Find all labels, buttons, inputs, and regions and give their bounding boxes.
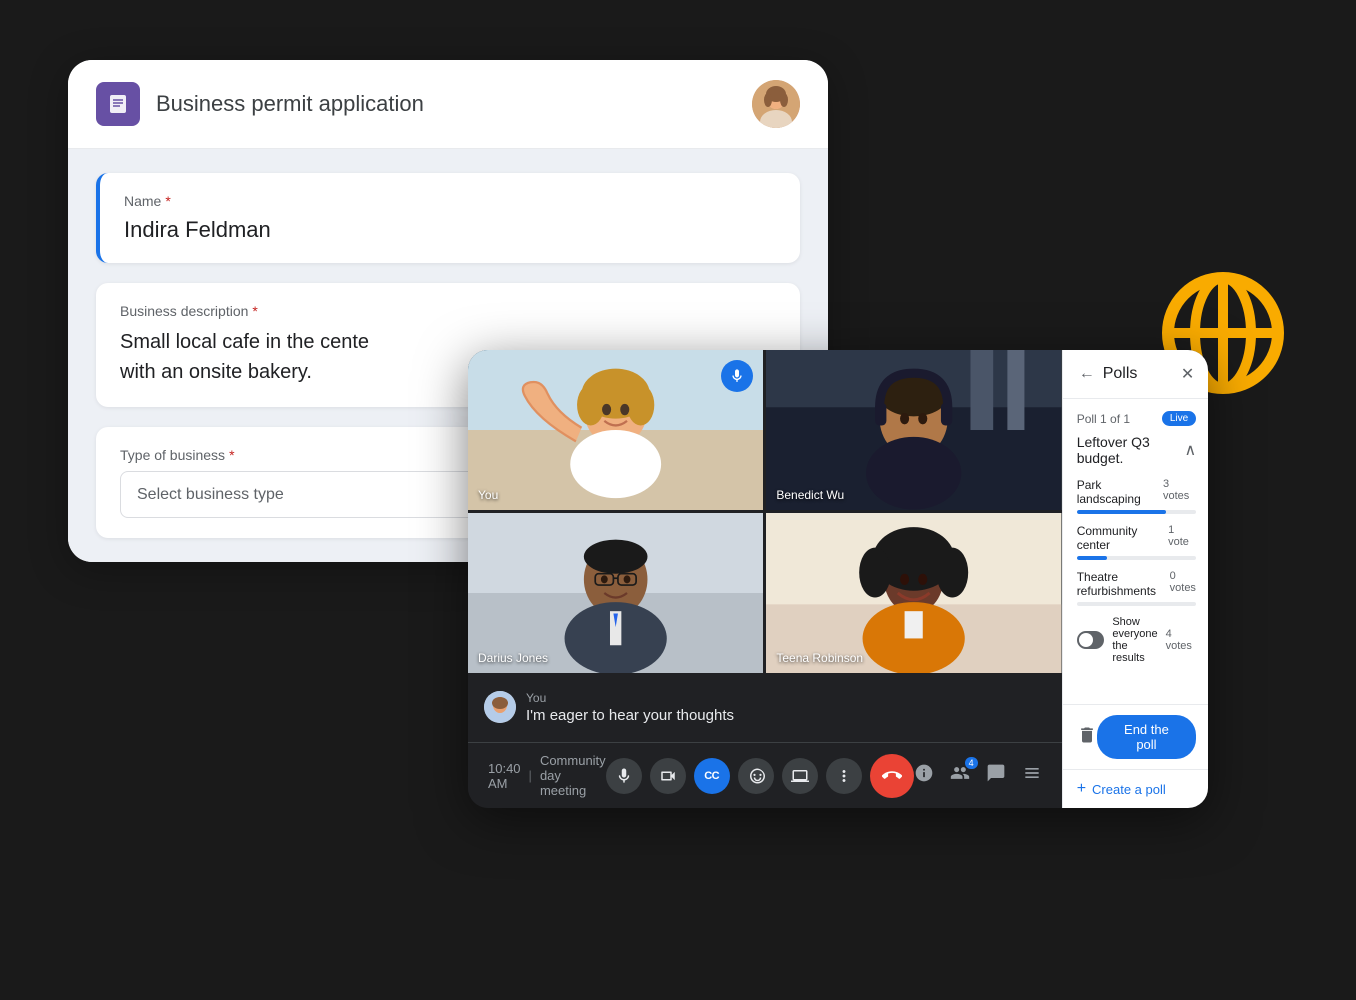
chat-sender: You <box>526 691 1046 705</box>
business-description-label: Business description * <box>120 303 776 319</box>
poll-option-label-3: Theatre refurbishments 0 votes <box>1077 570 1197 598</box>
control-buttons: CC <box>606 754 914 798</box>
poll-question: Leftover Q3 budget. ∧ <box>1077 434 1197 466</box>
show-results-toggle[interactable] <box>1077 631 1105 649</box>
video-tile-teena: Teena Robinson <box>766 513 1061 673</box>
show-results-row: Show everyone the results 4 votes <box>1077 616 1197 664</box>
poll-option-3: Theatre refurbishments 0 votes <box>1077 570 1197 606</box>
required-indicator-3: * <box>229 447 234 463</box>
form-icon <box>96 82 140 126</box>
polls-header: ← Polls ✕ <box>1063 350 1208 399</box>
video-grid: You <box>468 350 1062 673</box>
present-button[interactable] <box>782 758 818 794</box>
side-icons: 4 <box>914 763 1042 788</box>
more-options-button[interactable] <box>826 758 862 794</box>
meeting-time: 10:40 AM <box>488 761 521 791</box>
info-button[interactable] <box>914 763 934 788</box>
video-call-card: You <box>468 350 1208 808</box>
create-poll-row[interactable]: + Create a poll <box>1063 769 1208 808</box>
form-header-left: Business permit application <box>96 82 424 126</box>
divider: | <box>529 768 532 783</box>
form-title: Business permit application <box>156 91 424 117</box>
video-tile-darius: Darius Jones <box>468 513 763 673</box>
toggle-knob <box>1079 633 1093 647</box>
video-tile-benedict: Benedict Wu <box>766 350 1061 510</box>
name-value: Indira Feldman <box>124 217 776 243</box>
polls-title-row: ← Polls <box>1079 365 1138 383</box>
meeting-name: Community day meeting <box>540 753 606 798</box>
poll-bar-track-2 <box>1077 556 1197 560</box>
chat-avatar <box>484 691 516 723</box>
required-indicator-2: * <box>252 303 257 319</box>
required-indicator: * <box>165 193 170 209</box>
polls-content: Poll 1 of 1 Live Leftover Q3 budget. ∧ P… <box>1063 399 1208 704</box>
collapse-icon[interactable]: ∧ <box>1185 440 1197 460</box>
participant-count: 4 <box>965 757 978 769</box>
chat-message: You I'm eager to hear your thoughts <box>484 683 1046 732</box>
poll-bar-track-1 <box>1077 510 1197 514</box>
captions-button[interactable]: CC <box>694 758 730 794</box>
poll-bar-fill-1 <box>1077 510 1167 514</box>
polls-back-button[interactable]: ← <box>1079 365 1095 383</box>
video-bottom-bar: 10:40 AM | Community day meeting <box>468 742 1062 808</box>
plus-icon: + <box>1077 780 1086 798</box>
activities-button[interactable] <box>1022 763 1042 788</box>
polls-actions: End the poll <box>1063 704 1208 769</box>
end-poll-button[interactable]: End the poll <box>1097 715 1197 759</box>
video-main-area: You <box>468 350 1208 808</box>
show-results-label: Show everyone the results <box>1112 616 1157 664</box>
poll-option-label-1: Park landscaping 3 votes <box>1077 478 1197 506</box>
tile-label-darius: Darius Jones <box>478 651 548 665</box>
chat-section: You I'm eager to hear your thoughts <box>468 673 1062 742</box>
poll-option-1: Park landscaping 3 votes <box>1077 478 1197 514</box>
participants-button[interactable]: 4 <box>950 763 970 788</box>
tile-label-you: You <box>478 488 498 502</box>
polls-title: Polls <box>1103 365 1138 383</box>
poll-bar-track-3 <box>1077 602 1197 606</box>
poll-number: Poll 1 of 1 <box>1077 412 1130 426</box>
select-placeholder: Select business type <box>137 486 284 504</box>
name-field[interactable]: Name * Indira Feldman <box>96 173 800 263</box>
emoji-button[interactable] <box>738 758 774 794</box>
end-call-button[interactable] <box>870 754 914 798</box>
poll-meta: Poll 1 of 1 Live <box>1077 411 1197 426</box>
camera-button[interactable] <box>650 758 686 794</box>
user-avatar <box>752 80 800 128</box>
chat-message-text: I'm eager to hear your thoughts <box>526 707 1046 724</box>
poll-option-2: Community center 1 vote <box>1077 524 1197 560</box>
chat-content: You I'm eager to hear your thoughts <box>526 691 1046 724</box>
delete-poll-button[interactable] <box>1077 725 1097 750</box>
poll-bar-fill-2 <box>1077 556 1107 560</box>
name-label: Name * <box>124 193 776 209</box>
meeting-info: 10:40 AM | Community day meeting <box>488 753 606 798</box>
video-grid-area: You <box>468 350 1062 808</box>
form-header: Business permit application <box>68 60 828 149</box>
polls-panel: ← Polls ✕ Poll 1 of 1 Live Leftover Q3 b… <box>1062 350 1208 808</box>
tile-label-benedict: Benedict Wu <box>776 488 844 502</box>
tile-label-teena: Teena Robinson <box>776 651 863 665</box>
show-results-votes: 4 votes <box>1166 628 1197 652</box>
chat-button[interactable] <box>986 763 1006 788</box>
polls-close-button[interactable]: ✕ <box>1181 364 1194 384</box>
create-poll-label: Create a poll <box>1092 782 1166 797</box>
video-tile-you: You <box>468 350 763 510</box>
live-badge: Live <box>1162 411 1196 426</box>
mic-button[interactable] <box>606 758 642 794</box>
poll-option-label-2: Community center 1 vote <box>1077 524 1197 552</box>
